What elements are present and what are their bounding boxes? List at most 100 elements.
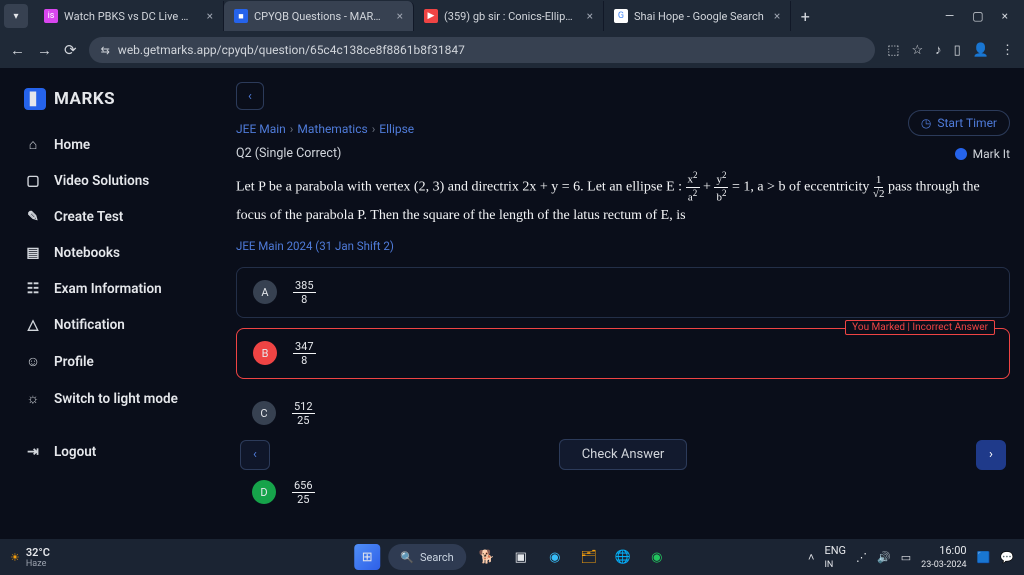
check-answer-button[interactable]: Check Answer: [559, 439, 688, 470]
back-button[interactable]: ←: [10, 41, 25, 59]
browser-tab[interactable]: is Watch PBKS vs DC Live Match c ×: [34, 1, 224, 31]
mark-it-label: Mark It: [973, 147, 1010, 161]
create-icon: ✎: [24, 209, 42, 225]
media-icon[interactable]: ♪: [935, 42, 942, 58]
crumb-exam[interactable]: JEE Main: [236, 122, 286, 136]
crumb-subject[interactable]: Mathematics: [297, 122, 367, 136]
wifi-icon[interactable]: ⋰: [856, 551, 867, 564]
question-source-tag: JEE Main 2024 (31 Jan Shift 2): [236, 239, 1010, 253]
option-value: 3478: [293, 341, 316, 366]
notebook-icon: ▤: [24, 245, 42, 261]
taskbar-explorer-icon[interactable]: 🗂: [576, 544, 602, 570]
question-nav-bar: ‹ Check Answer ›: [236, 434, 1010, 476]
sun-icon: ☼: [24, 390, 42, 407]
taskbar-app-icon[interactable]: 🐕: [474, 544, 500, 570]
calendar-icon: ☷: [24, 281, 42, 297]
search-placeholder: Search: [420, 551, 454, 564]
sidebar-item-video[interactable]: ▢Video Solutions: [10, 163, 220, 199]
maximize-button[interactable]: ▢: [972, 9, 983, 23]
option-letter: C: [252, 401, 276, 425]
taskbar-spotify-icon[interactable]: ◉: [644, 544, 670, 570]
tab-favicon: ■: [234, 9, 248, 23]
start-timer-button[interactable]: ◷ Start Timer: [908, 110, 1010, 136]
battery-icon[interactable]: ▭: [901, 551, 911, 564]
close-icon[interactable]: ×: [397, 9, 403, 23]
option-letter: D: [252, 480, 276, 504]
mark-dot-icon: [955, 148, 967, 160]
back-square-button[interactable]: ‹: [236, 82, 264, 110]
browser-menu-button[interactable]: ⋮: [1001, 43, 1014, 58]
taskbar-search[interactable]: 🔍Search: [388, 544, 466, 570]
option-d[interactable]: D 65625: [236, 476, 1010, 509]
weather-widget[interactable]: ☀ 32°C Haze: [10, 546, 50, 569]
site-info-icon[interactable]: ⇆: [101, 44, 110, 57]
copilot-icon[interactable]: 🟦: [977, 551, 991, 564]
sidebar-item-label: Home: [54, 137, 90, 153]
browser-tab[interactable]: G Shai Hope - Google Search ×: [604, 1, 791, 31]
sidebar-item-profile[interactable]: ☺Profile: [10, 343, 220, 380]
new-tab-button[interactable]: +: [791, 7, 819, 26]
tab-favicon: ▶: [424, 9, 438, 23]
crumb-topic[interactable]: Ellipse: [379, 122, 414, 136]
install-app-icon[interactable]: ⬚: [887, 43, 899, 58]
tab-title: CPYQB Questions - MARKS App: [254, 10, 387, 23]
sidebar-item-notification[interactable]: △Notification: [10, 307, 220, 343]
option-letter: A: [253, 280, 277, 304]
tab-favicon: G: [614, 9, 628, 23]
tab-menu-button[interactable]: ▾: [4, 4, 28, 28]
sidebar-item-home[interactable]: ⌂Home: [10, 126, 220, 163]
timer-label: Start Timer: [937, 116, 997, 130]
close-icon[interactable]: ×: [587, 9, 593, 23]
sidebar-item-label: Notebooks: [54, 245, 120, 261]
sidebar-item-label: Notification: [54, 317, 125, 333]
brand[interactable]: ▋ MARKS: [10, 82, 220, 126]
taskbar-app-icon[interactable]: ▣: [508, 544, 534, 570]
option-c[interactable]: C 51225: [236, 389, 1010, 426]
reload-button[interactable]: ⟳: [64, 41, 77, 59]
brand-name: MARKS: [54, 89, 115, 109]
bookmark-icon[interactable]: ☆: [912, 43, 924, 58]
mark-it-button[interactable]: Mark It: [955, 146, 1010, 161]
question-text: Let P be a parabola with vertex (2, 3) a…: [236, 171, 1010, 229]
tab-title: Watch PBKS vs DC Live Match c: [64, 10, 197, 23]
browser-tab[interactable]: ▶ (359) gb sir : Conics-Ellipse-2 || ×: [414, 1, 604, 31]
option-b[interactable]: You Marked | Incorrect Answer B 3478: [236, 328, 1010, 379]
minimize-button[interactable]: —: [945, 9, 954, 23]
weather-icon: ☀: [10, 551, 20, 564]
volume-icon[interactable]: 🔊: [877, 551, 891, 564]
browser-titlebar: ▾ is Watch PBKS vs DC Live Match c × ■ C…: [0, 0, 1024, 32]
close-window-button[interactable]: ×: [1002, 9, 1008, 23]
prev-question-button[interactable]: ‹: [240, 440, 270, 470]
profile-avatar[interactable]: 👤: [973, 43, 989, 58]
tray-clock[interactable]: 16:0023-03-2024: [921, 544, 966, 570]
breadcrumb: JEE Main › Mathematics › Ellipse: [236, 122, 414, 136]
taskbar-edge-icon[interactable]: ◉: [542, 544, 568, 570]
option-a[interactable]: A 3858: [236, 267, 1010, 318]
tab-title: Shai Hope - Google Search: [634, 10, 764, 23]
start-button[interactable]: ⊞: [354, 544, 380, 570]
extensions-icon[interactable]: ▯: [954, 43, 961, 58]
sidebar-item-notebooks[interactable]: ▤ Notebooks: [10, 235, 220, 271]
video-icon: ▢: [24, 173, 42, 189]
taskbar-chrome-icon[interactable]: 🌐: [610, 544, 636, 570]
next-question-button[interactable]: ›: [976, 440, 1006, 470]
sidebar-item-create-test[interactable]: ✎ Create Test: [10, 199, 220, 235]
sidebar-item-label: Create Test: [54, 209, 123, 225]
sidebar-item-label: Profile: [54, 354, 94, 370]
sidebar-item-logout[interactable]: ⇥Logout: [10, 434, 220, 470]
browser-urlbar: ← → ⟳ ⇆ web.getmarks.app/cpyqb/question/…: [0, 32, 1024, 68]
tray-chevron-icon[interactable]: ˄: [808, 551, 814, 564]
close-icon[interactable]: ×: [207, 9, 213, 23]
sidebar-item-theme[interactable]: ☼Switch to light mode: [10, 380, 220, 417]
address-bar[interactable]: ⇆ web.getmarks.app/cpyqb/question/65c4c1…: [89, 37, 876, 63]
close-icon[interactable]: ×: [774, 9, 780, 23]
notifications-icon[interactable]: 💬: [1000, 551, 1014, 564]
forward-button[interactable]: →: [37, 41, 52, 59]
sidebar-item-exam-info[interactable]: ☷Exam Information: [10, 271, 220, 307]
browser-tab[interactable]: ■ CPYQB Questions - MARKS App ×: [224, 1, 414, 31]
tray-lang[interactable]: ENGIN: [824, 544, 846, 570]
clock-icon: ◷: [921, 116, 931, 130]
brand-logo: ▋: [24, 88, 46, 110]
logout-icon: ⇥: [24, 444, 42, 460]
option-value: 3858: [293, 280, 316, 305]
